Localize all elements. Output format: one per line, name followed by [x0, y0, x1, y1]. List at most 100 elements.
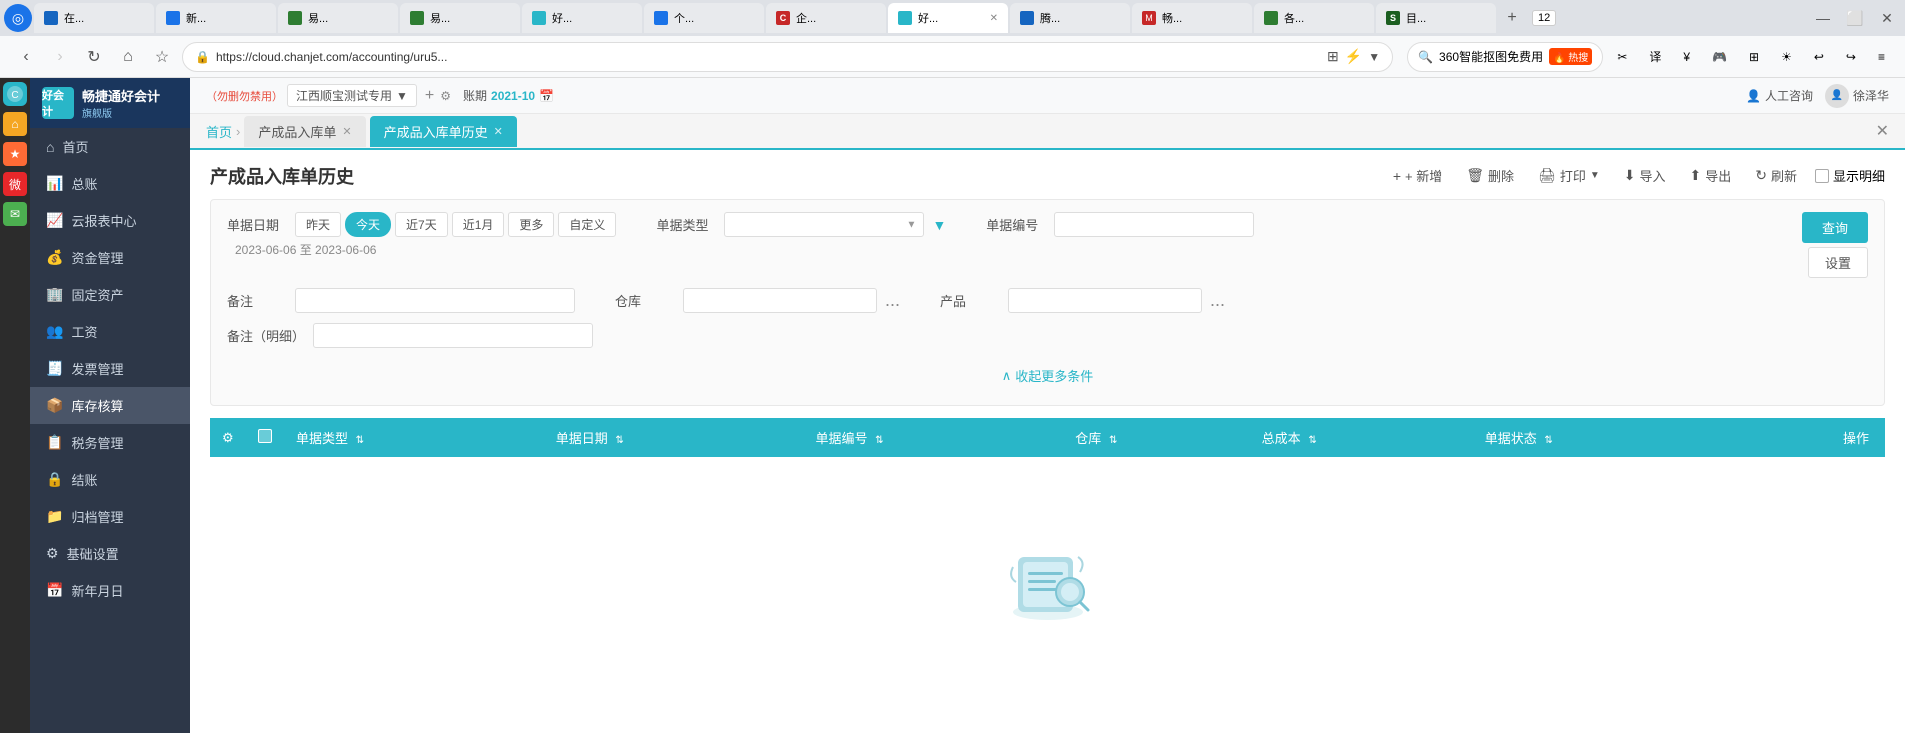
delete-button[interactable]: 🗑 删除 [1460, 162, 1520, 189]
sidebar-item-payroll[interactable]: 👥 工资 [30, 313, 190, 350]
tab-close-8[interactable]: ✕ [990, 13, 998, 24]
date-yesterday[interactable]: 昨天 [295, 212, 341, 237]
date-7days[interactable]: 近7天 [395, 212, 448, 237]
col-status[interactable]: 单据状态 ⇅ [1473, 418, 1733, 457]
collapse-more-button[interactable]: ∧ 收起更多条件 [227, 358, 1868, 393]
tab-item-11[interactable]: 各... [1254, 3, 1374, 33]
sidebar-item-general-ledger[interactable]: 📊 总账 [30, 165, 190, 202]
page-tab-list[interactable]: 产成品入库单 ✕ [244, 116, 365, 147]
extension-icon[interactable]: ⚡ [1345, 48, 1362, 65]
ai-consult-button[interactable]: 👤 人工咨询 [1746, 87, 1813, 104]
new-tab-button[interactable]: + [1498, 4, 1526, 32]
user-avatar[interactable]: 👤 徐泽华 [1825, 84, 1889, 108]
scissors-tool[interactable]: ✂ [1609, 42, 1635, 72]
forward-nav[interactable]: ↪ [1838, 42, 1864, 72]
forward-button[interactable]: › [46, 43, 74, 71]
tab-item-6[interactable]: 个... [644, 3, 764, 33]
sidebar-item-cloud-report[interactable]: 📈 云报表中心 [30, 202, 190, 239]
calendar-icon[interactable]: 📅 [539, 89, 554, 103]
settings-icon[interactable]: ⚙ [440, 89, 451, 103]
close-browser-button[interactable]: ✕ [1873, 4, 1901, 32]
query-button[interactable]: 查询 [1802, 212, 1868, 243]
sidebar-header[interactable]: 好会计 畅捷通好会计 旗舰版 [30, 78, 190, 128]
page-tab-history[interactable]: 产成品入库单历史 ✕ [370, 116, 517, 147]
date-custom[interactable]: 自定义 [558, 212, 616, 237]
add-org-button[interactable]: + [425, 87, 434, 105]
sidebar-item-archive[interactable]: 📁 归档管理 [30, 498, 190, 535]
app-icon-weibo[interactable]: 微 [3, 172, 27, 196]
refresh-button[interactable]: ↻ 刷新 [1749, 162, 1803, 189]
brightness-tool[interactable]: ☀ [1773, 42, 1800, 72]
sidebar-item-fund[interactable]: 💰 资金管理 [30, 239, 190, 276]
col-warehouse[interactable]: 仓库 ⇅ [1063, 418, 1249, 457]
menu-button[interactable]: ≡ [1870, 42, 1893, 72]
date-1month[interactable]: 近1月 [452, 212, 505, 237]
game-tool[interactable]: 🎮 [1704, 42, 1735, 72]
panel-close-button[interactable]: ✕ [1876, 121, 1889, 141]
search-360[interactable]: 🔍 360智能抠图免费用 🔥 热搜 [1407, 42, 1603, 72]
sidebar-item-inventory[interactable]: 📦 库存核算 [30, 387, 190, 424]
sidebar-item-home[interactable]: ⌂ 首页 [30, 128, 190, 165]
product-input[interactable] [1008, 288, 1202, 313]
breadcrumb-home[interactable]: 首页 [206, 122, 232, 141]
date-today[interactable]: 今天 [345, 212, 391, 237]
reload-button[interactable]: ↻ [80, 43, 108, 71]
org-selector[interactable]: 江西顺宝测试专用 ▼ [287, 84, 417, 107]
home-button[interactable]: ⌂ [114, 43, 142, 71]
tab-item-2[interactable]: 新... [156, 3, 276, 33]
app-icon-main[interactable]: C [3, 82, 27, 106]
tab-item-5[interactable]: 好... [522, 3, 642, 33]
voucher-type-select-wrap[interactable] [724, 212, 924, 237]
tab-list-close[interactable]: ✕ [342, 125, 351, 138]
warehouse-input[interactable] [683, 288, 877, 313]
print-button[interactable]: 🖨 打印 ▼ [1532, 162, 1606, 189]
col-checkbox[interactable] [246, 418, 284, 457]
sidebar-item-new-period[interactable]: 📅 新年月日 [30, 572, 190, 609]
tab-item-3[interactable]: 易... [278, 3, 398, 33]
app-icon-star[interactable]: ★ [3, 142, 27, 166]
product-dots[interactable]: ... [1210, 290, 1225, 311]
date-more[interactable]: 更多 [508, 212, 554, 237]
sidebar-item-fixed-asset[interactable]: 🏢 固定资产 [30, 276, 190, 313]
sidebar-item-basic[interactable]: ⚙ 基础设置 [30, 535, 190, 572]
col-date[interactable]: 单据日期 ⇅ [544, 418, 804, 457]
col-type[interactable]: 单据类型 ⇅ [284, 418, 544, 457]
export-button[interactable]: ⬆ 导出 [1683, 162, 1737, 189]
tab-item-7[interactable]: C 企... [766, 3, 886, 33]
tab-history-close[interactable]: ✕ [494, 125, 503, 138]
tab-item-9[interactable]: 腾... [1010, 3, 1130, 33]
sidebar-item-invoice[interactable]: 🧾 发票管理 [30, 350, 190, 387]
address-bar[interactable]: 🔒 https://cloud.chanjet.com/accounting/u… [182, 42, 1393, 72]
grid-tool[interactable]: ⊞ [1741, 42, 1767, 72]
browser-nav-icon[interactable]: ◎ [4, 4, 32, 32]
translate-tool[interactable]: 译 [1641, 42, 1669, 72]
tab-item-10[interactable]: M 畅... [1132, 3, 1252, 33]
back-button[interactable]: ‹ [12, 43, 40, 71]
restore-button[interactable]: ⬜ [1841, 4, 1869, 32]
yuan-tool[interactable]: ¥ [1675, 42, 1698, 72]
back-nav[interactable]: ↩ [1806, 42, 1832, 72]
tab-item-12[interactable]: S 目... [1376, 3, 1496, 33]
note-detail-input[interactable] [313, 323, 593, 348]
apps-icon[interactable]: ⊞ [1327, 48, 1339, 65]
tab-item-8[interactable]: 好... ✕ [888, 3, 1008, 33]
col-settings[interactable]: ⚙ [210, 418, 246, 457]
col-no[interactable]: 单据编号 ⇅ [804, 418, 1064, 457]
note-input[interactable] [295, 288, 575, 313]
voucher-no-input[interactable] [1054, 212, 1254, 237]
warehouse-dots[interactable]: ... [885, 290, 900, 311]
import-button[interactable]: ⬇ 导入 [1618, 162, 1672, 189]
app-icon-mail[interactable]: ✉ [3, 202, 27, 226]
new-button[interactable]: + + 新增 [1387, 162, 1448, 189]
minimize-button[interactable]: — [1809, 4, 1837, 32]
dropdown-icon[interactable]: ▼ [1368, 50, 1380, 64]
show-detail-checkbox[interactable]: 显示明细 [1815, 166, 1885, 185]
tab-item-4[interactable]: 易... [400, 3, 520, 33]
set-button[interactable]: 设置 [1808, 247, 1868, 278]
voucher-type-select[interactable] [724, 212, 924, 237]
sidebar-item-tax[interactable]: 📋 税务管理 [30, 424, 190, 461]
app-icon-home[interactable]: ⌂ [3, 112, 27, 136]
sidebar-item-closing[interactable]: 🔒 结账 [30, 461, 190, 498]
col-total-cost[interactable]: 总成本 ⇅ [1250, 418, 1473, 457]
bookmark-button[interactable]: ☆ [148, 43, 176, 71]
